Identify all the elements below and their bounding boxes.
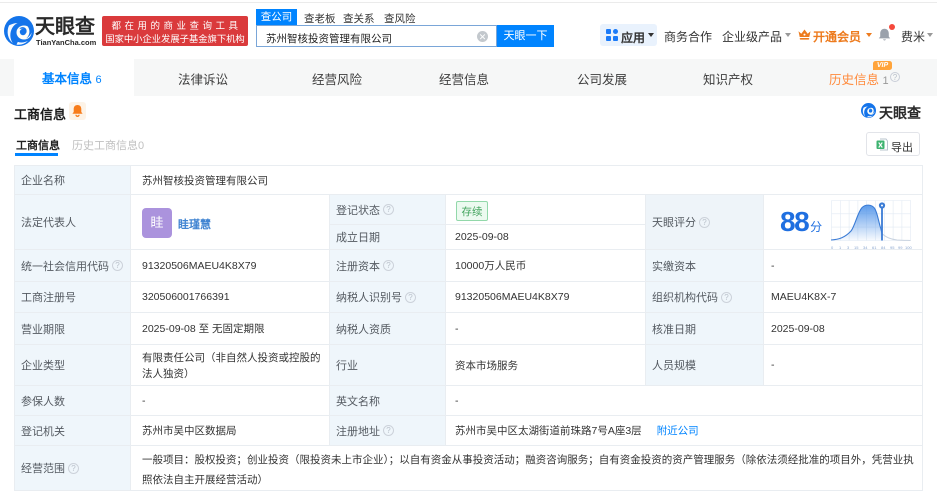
svg-text:100: 100 — [905, 245, 912, 250]
svg-text:84: 84 — [881, 245, 886, 250]
svg-text:99: 99 — [898, 245, 903, 250]
svg-text:1: 1 — [839, 245, 842, 250]
svg-text:3: 3 — [847, 245, 850, 250]
svg-text:34: 34 — [863, 245, 868, 250]
svg-text:61: 61 — [872, 245, 877, 250]
svg-text:0: 0 — [831, 245, 834, 250]
svg-text:95: 95 — [890, 245, 895, 250]
svg-text:15: 15 — [854, 245, 859, 250]
